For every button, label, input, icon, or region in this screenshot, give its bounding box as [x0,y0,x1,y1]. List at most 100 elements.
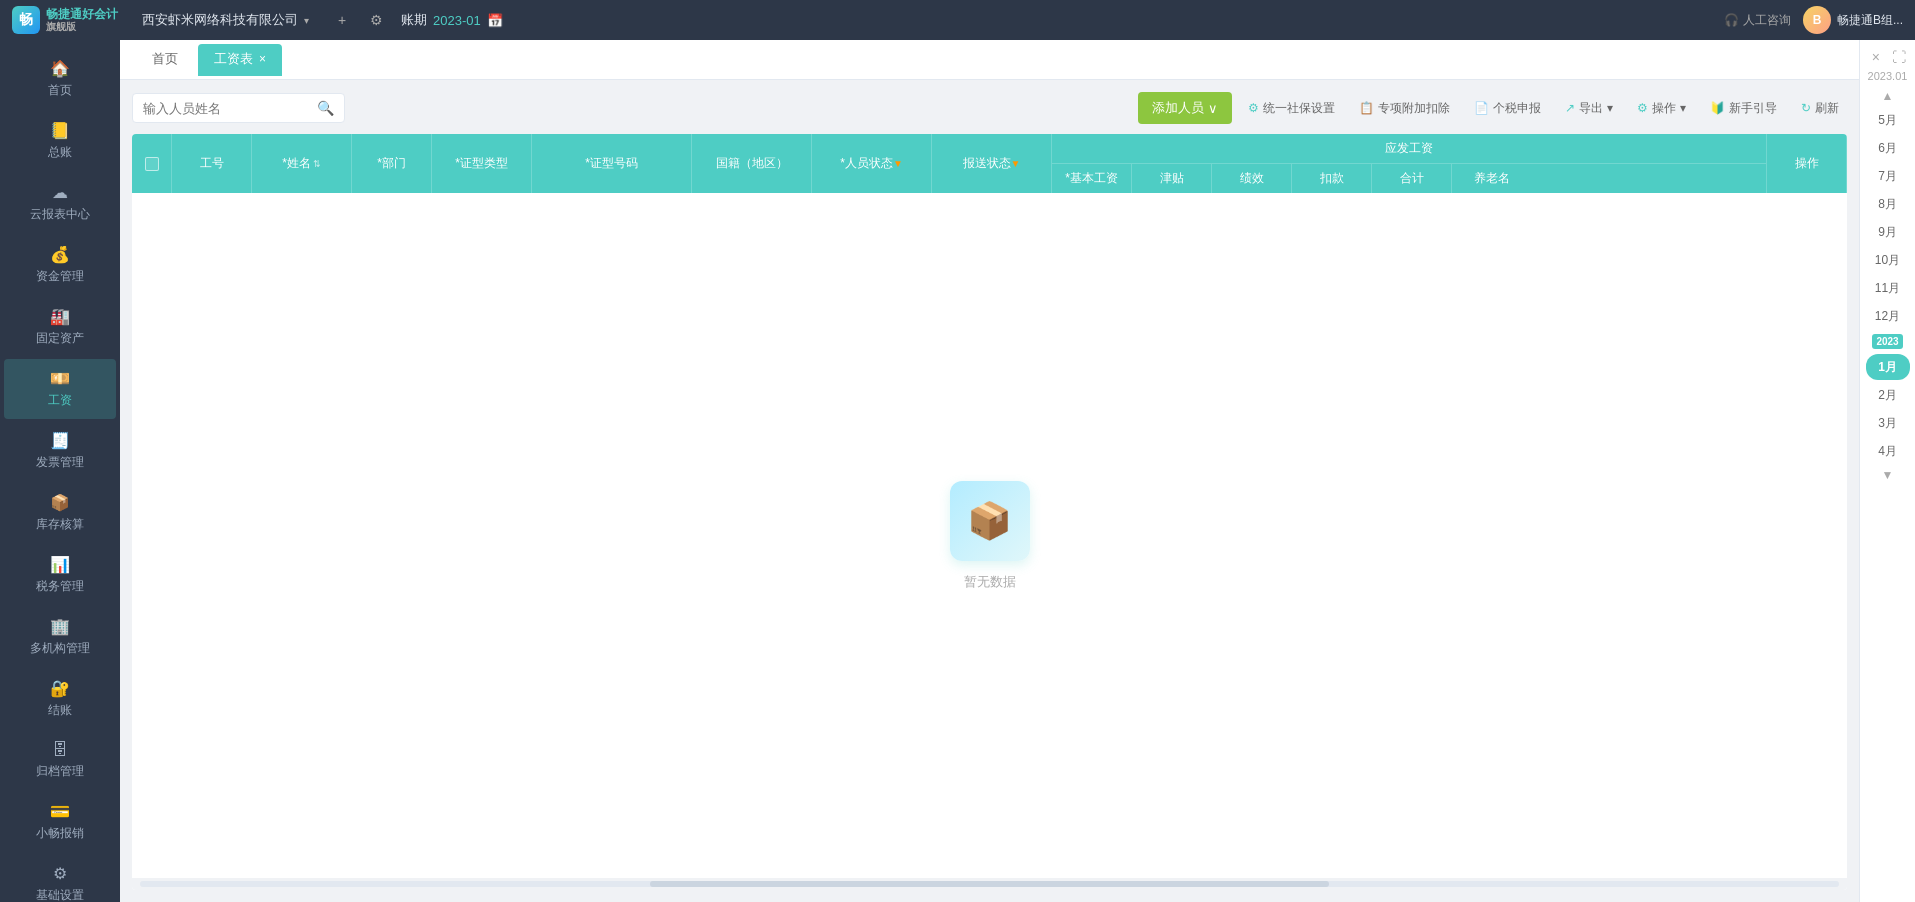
th-total: 合计 [1372,164,1452,193]
ledger-icon: 📒 [50,121,70,140]
tab-home[interactable]: 首页 [136,42,194,78]
operation-button[interactable]: ⚙ 操作 ▾ [1629,94,1694,123]
sidebar-item-ledger[interactable]: 📒 总账 [4,111,116,171]
user-profile[interactable]: B 畅捷通B组... [1803,6,1903,34]
th-idno: *证型号码 [532,134,692,193]
th-id: 工号 [172,134,252,193]
sidebar-item-settings[interactable]: ⚙ 基础设置 [4,854,116,902]
sidebar-item-tax[interactable]: 📊 税务管理 [4,545,116,605]
deduction-button[interactable]: 📋 专项附加扣除 [1351,94,1458,123]
headset-icon: 🎧 [1724,13,1739,27]
panel-close-button[interactable]: × [1866,46,1886,68]
th-region: 国籍（地区） [692,134,812,193]
sidebar-item-salary[interactable]: 💴 工资 [4,359,116,419]
topbar-right: 🎧 人工咨询 B 畅捷通B组... [1724,6,1903,34]
service-button[interactable]: 🎧 人工咨询 [1724,12,1791,29]
calendar-icon[interactable]: 📅 [487,13,503,28]
sidebar-item-fund[interactable]: 💰 资金管理 [4,235,116,295]
tax-report-button[interactable]: 📄 个税申报 [1466,94,1549,123]
th-checkbox[interactable] [132,134,172,193]
assets-icon: 🏭 [50,307,70,326]
status-filter-icon[interactable]: ▼ [893,158,903,169]
export-button[interactable]: ↗ 导出 ▾ [1557,94,1621,123]
th-idtype: *证型类型 [432,134,532,193]
sidebar-item-cloud[interactable]: ☁ 云报表中心 [4,173,116,233]
month-2[interactable]: 2月 [1866,382,1910,408]
guide-button[interactable]: 🔰 新手引导 [1702,94,1785,123]
scrollbar-track[interactable] [140,881,1839,887]
sidebar-item-archive[interactable]: 🗄 归档管理 [4,731,116,790]
home-icon: 🏠 [50,59,70,78]
th-actions: 操作 [1767,134,1847,193]
company-selector[interactable]: 西安虾米网络科技有限公司 ▾ [134,7,317,33]
table-header-row1: 工号 *姓名 ⇅ *部门 *证型类型 *证型号码 [132,134,1847,193]
period-display: 2023.01 [1868,70,1908,82]
invoice-icon: 🧾 [50,431,70,450]
logo-text: 畅捷通好会计 旗舰版 [46,7,118,33]
sidebar-item-assets[interactable]: 🏭 固定资产 [4,297,116,357]
name-sort-icon[interactable]: ⇅ [313,159,321,169]
expense-icon: 💳 [50,802,70,821]
multi-icon: 🏢 [50,617,70,636]
month-down-button[interactable]: ▼ [1874,465,1902,485]
sidebar-item-multi[interactable]: 🏢 多机构管理 [4,607,116,667]
th-name: *姓名 ⇅ [252,134,352,193]
horizontal-scrollbar[interactable] [132,878,1847,890]
sidebar-item-inventory[interactable]: 📦 库存核算 [4,483,116,543]
user-name: 畅捷通B组... [1837,12,1903,29]
add-person-button[interactable]: 添加人员 ∨ [1138,92,1232,124]
year-badge: 2023 [1872,334,1902,349]
sidebar-item-invoice[interactable]: 🧾 发票管理 [4,421,116,481]
topbar: 畅 畅捷通好会计 旗舰版 西安虾米网络科技有限公司 ▾ + ⚙ 账期 2023-… [0,0,1915,40]
avatar: B [1803,6,1831,34]
month-11[interactable]: 11月 [1866,275,1910,301]
month-8[interactable]: 8月 [1866,191,1910,217]
month-9[interactable]: 9月 [1866,219,1910,245]
search-box[interactable]: 🔍 [132,93,345,123]
refresh-button[interactable]: ↻ 刷新 [1793,94,1847,123]
period-value: 2023-01 [433,13,481,28]
sidebar: 🏠 首页 📒 总账 ☁ 云报表中心 💰 资金管理 🏭 固定资产 💴 工资 🧾 发… [0,40,120,902]
page-content: 🔍 添加人员 ∨ ⚙ 统一社保设置 📋 专项附加扣除 [120,80,1859,902]
operation-chevron-icon: ▾ [1680,101,1686,115]
search-input[interactable] [143,101,311,116]
month-12[interactable]: 12月 [1866,303,1910,329]
select-all-checkbox[interactable] [145,157,159,171]
scrollbar-thumb[interactable] [650,881,1330,887]
tab-close-icon[interactable]: × [259,52,266,66]
fund-icon: 💰 [50,245,70,264]
month-up-button[interactable]: ▲ [1874,86,1902,106]
sidebar-item-home[interactable]: 🏠 首页 [4,49,116,109]
month-6[interactable]: 6月 [1866,135,1910,161]
th-performance: 绩效 [1212,164,1292,193]
social-security-button[interactable]: ⚙ 统一社保设置 [1240,94,1343,123]
month-10[interactable]: 10月 [1866,247,1910,273]
add-company-button[interactable]: + [329,7,355,33]
report-filter-icon[interactable]: ▼ [1011,158,1021,169]
empty-icon [950,481,1030,561]
export-chevron-icon: ▾ [1607,101,1613,115]
topbar-actions: + ⚙ [329,7,389,33]
month-5[interactable]: 5月 [1866,107,1910,133]
th-pension: 养老名 [1452,164,1532,193]
table-body: 暂无数据 [132,193,1847,878]
tax-icon: 📄 [1474,101,1489,115]
month-7[interactable]: 7月 [1866,163,1910,189]
toolbar: 🔍 添加人员 ∨ ⚙ 统一社保设置 📋 专项附加扣除 [132,92,1847,124]
settings-icon[interactable]: ⚙ [363,7,389,33]
operation-icon: ⚙ [1637,101,1648,115]
empty-text: 暂无数据 [964,573,1016,591]
export-icon: ↗ [1565,101,1575,115]
panel-expand-button[interactable]: ⛶ [1890,46,1910,68]
month-3[interactable]: 3月 [1866,410,1910,436]
add-person-label: 添加人员 [1152,99,1204,117]
sidebar-item-expense[interactable]: 💳 小畅报销 [4,792,116,852]
chevron-down-icon: ▾ [304,15,309,26]
guide-icon: 🔰 [1710,101,1725,115]
month-1[interactable]: 1月 [1866,354,1910,380]
sidebar-item-closing[interactable]: 🔐 结账 [4,669,116,729]
table-header: 工号 *姓名 ⇅ *部门 *证型类型 *证型号码 [132,134,1847,193]
settings-icon: ⚙ [53,864,67,883]
tab-salary[interactable]: 工资表 × [198,44,282,76]
month-4[interactable]: 4月 [1866,438,1910,464]
